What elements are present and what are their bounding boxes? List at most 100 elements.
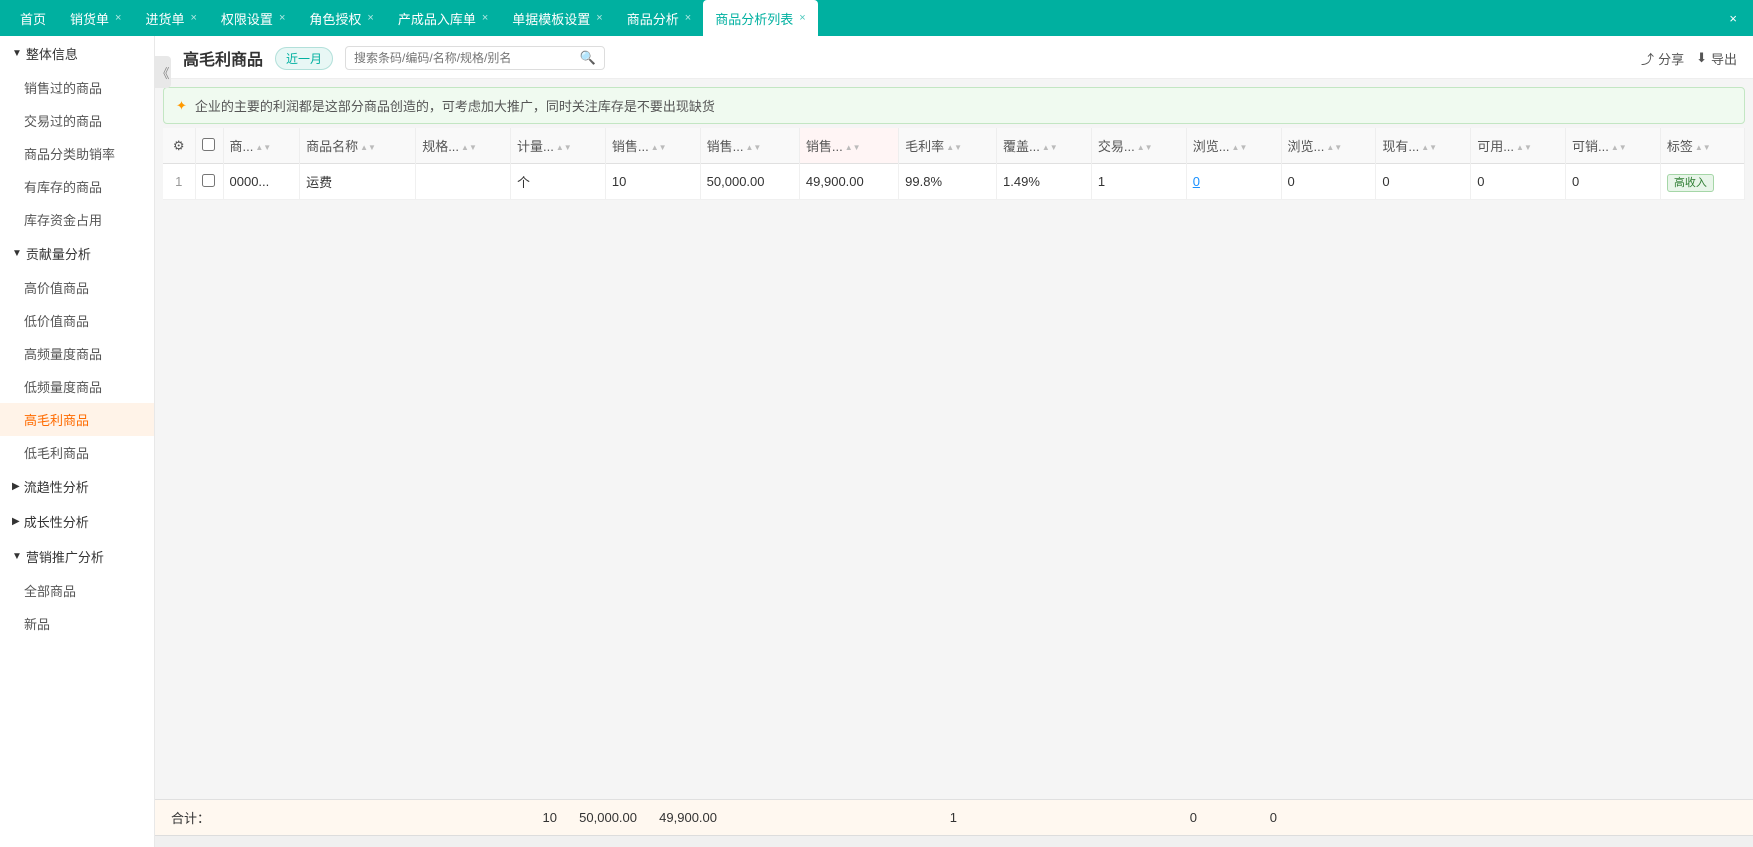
sidebar-group-growth[interactable]: ▶ 成长性分析 (0, 504, 154, 539)
nav-template[interactable]: 单据模板设置 × (500, 0, 614, 36)
info-text: 企业的主要的利润都是这部分商品创造的，可考虑加大推广，同时关注库存是不要出现缺货 (195, 96, 715, 115)
close-purchase-icon[interactable]: × (190, 12, 196, 24)
row-index: 1 (163, 164, 195, 200)
row-spec (416, 164, 511, 200)
row-coverage: 1.49% (997, 164, 1092, 200)
nav-sales[interactable]: 销货单 × (58, 0, 133, 36)
col-sales-amt[interactable]: 销售...▲▼ (700, 128, 799, 164)
sidebar-collapse-button[interactable]: 《 (155, 56, 171, 88)
sidebar-item-stocked-goods[interactable]: 有库存的商品 (0, 170, 154, 203)
nav-product-entry[interactable]: 产成品入库单 × (386, 0, 500, 36)
close-permission-icon[interactable]: × (279, 12, 285, 24)
footer-sales-amt: 50,000.00 (563, 810, 643, 825)
row-available1: 0 (1376, 164, 1471, 200)
row-browse1[interactable]: 0 (1186, 164, 1281, 200)
sidebar-item-stock-ratio[interactable]: 库存资金占用 (0, 203, 154, 236)
footer-sales-qty: 10 (483, 810, 563, 825)
sidebar-group-overall[interactable]: ▼ 整体信息 (0, 36, 154, 71)
info-bar: ✦ 企业的主要的利润都是这部分商品创造的，可考虑加大推广，同时关注库存是不要出现… (163, 87, 1745, 124)
content-header: 高毛利商品 近一月 🔍 ⤴ 分享 ⬇ 导出 (155, 36, 1753, 79)
col-available1[interactable]: 现有...▲▼ (1376, 128, 1471, 164)
sidebar-item-low-value[interactable]: 低价值商品 (0, 304, 154, 337)
footer-label: 合计： (163, 808, 223, 827)
sidebar-item-high-value[interactable]: 高价值商品 (0, 271, 154, 304)
row-available2: 0 (1471, 164, 1566, 200)
footer-sales-cost: 49,900.00 (643, 810, 723, 825)
col-sellable[interactable]: 可销...▲▼ (1566, 128, 1661, 164)
row-browse2: 0 (1281, 164, 1376, 200)
window-close[interactable]: × (1721, 11, 1745, 26)
export-button[interactable]: ⬇ 导出 (1696, 49, 1737, 68)
sidebar-group-marketing[interactable]: ▼ 营销推广分析 (0, 539, 154, 574)
sidebar: ▼ 整体信息 销售过的商品 交易过的商品 商品分类助销率 有库存的商品 库存资金… (0, 36, 155, 847)
col-spec[interactable]: 规格...▲▼ (416, 128, 511, 164)
col-code[interactable]: 商...▲▼ (223, 128, 300, 164)
select-all-checkbox[interactable] (202, 138, 215, 151)
row-unit: 个 (511, 164, 606, 200)
nav-analysis-list[interactable]: 商品分析列表 × (703, 0, 817, 36)
row-sales-cost: 49,900.00 (799, 164, 898, 200)
sidebar-group-trend[interactable]: ▶ 流趋性分析 (0, 469, 154, 504)
nav-home[interactable]: 首页 (8, 0, 58, 36)
search-input[interactable] (354, 51, 580, 65)
row-select-checkbox[interactable] (202, 174, 215, 187)
sidebar-group-wealth[interactable]: ▼ 贡献量分析 (0, 236, 154, 271)
arrow-overall-icon: ▼ (12, 48, 22, 59)
close-sales-icon[interactable]: × (115, 12, 121, 24)
table-row: 1 0000... 运费 个 10 50,000.00 49,900.00 99… (163, 164, 1745, 200)
share-button[interactable]: ⤴ 分享 (1641, 49, 1684, 68)
row-trade-times: 1 (1091, 164, 1186, 200)
arrow-marketing-icon: ▼ (12, 551, 22, 562)
filter-period-button[interactable]: 近一月 (275, 47, 333, 70)
horizontal-scrollbar[interactable] (155, 835, 1753, 847)
footer-available1: 0 (1123, 810, 1203, 825)
top-nav: 首页 销货单 × 进货单 × 权限设置 × 角色授权 × 产成品入库单 × 单据… (0, 0, 1753, 36)
row-sellable: 0 (1566, 164, 1661, 200)
sidebar-item-all-goods[interactable]: 全部商品 (0, 574, 154, 607)
col-browse2[interactable]: 浏览...▲▼ (1281, 128, 1376, 164)
nav-purchase[interactable]: 进货单 × (133, 0, 208, 36)
main-layout: ▼ 整体信息 销售过的商品 交易过的商品 商品分类助销率 有库存的商品 库存资金… (0, 36, 1753, 847)
arrow-trend-icon: ▶ (12, 481, 20, 492)
col-sales-cost[interactable]: 销售...▲▼ (799, 128, 898, 164)
sidebar-item-low-freq[interactable]: 低频量度商品 (0, 370, 154, 403)
col-available2[interactable]: 可用...▲▼ (1471, 128, 1566, 164)
sidebar-item-high-margin[interactable]: 高毛利商品 (0, 403, 154, 436)
col-name[interactable]: 商品名称▲▼ (300, 128, 416, 164)
close-role-icon[interactable]: × (367, 12, 373, 24)
data-table: ⚙ 商...▲▼ 商品名称▲▼ 规格...▲▼ 计量...▲▼ 销售...▲▼ … (163, 128, 1745, 200)
nav-permission[interactable]: 权限设置 × (209, 0, 297, 36)
sidebar-item-traded-goods[interactable]: 交易过的商品 (0, 104, 154, 137)
sidebar-item-goods-classify[interactable]: 商品分类助销率 (0, 137, 154, 170)
footer-cells: 10 50,000.00 49,900.00 1 0 0 (223, 810, 1745, 825)
row-name: 运费 (300, 164, 416, 200)
col-settings[interactable]: ⚙ (163, 128, 195, 164)
search-icon[interactable]: 🔍 (580, 50, 596, 66)
close-analysis-icon[interactable]: × (685, 12, 691, 24)
nav-role[interactable]: 角色授权 × (297, 0, 385, 36)
row-sales-amt: 50,000.00 (700, 164, 799, 200)
col-tag[interactable]: 标签▲▼ (1660, 128, 1744, 164)
col-trade-times[interactable]: 交易...▲▼ (1091, 128, 1186, 164)
col-coverage[interactable]: 覆盖...▲▼ (997, 128, 1092, 164)
footer-available2: 0 (1203, 810, 1283, 825)
close-template-icon[interactable]: × (596, 12, 602, 24)
close-product-entry-icon[interactable]: × (482, 12, 488, 24)
sidebar-item-new-goods[interactable]: 新品 (0, 607, 154, 640)
col-margin-rate[interactable]: 毛利率▲▼ (899, 128, 997, 164)
content-area: 《 高毛利商品 近一月 🔍 ⤴ 分享 ⬇ 导出 ✦ (155, 36, 1753, 847)
col-unit[interactable]: 计量...▲▼ (511, 128, 606, 164)
collapse-icon: 《 (156, 63, 169, 82)
col-browse1[interactable]: 浏览...▲▼ (1186, 128, 1281, 164)
sidebar-item-low-margin[interactable]: 低毛利商品 (0, 436, 154, 469)
arrow-wealth-icon: ▼ (12, 248, 22, 259)
close-analysis-list-icon[interactable]: × (799, 12, 805, 24)
row-tag: 高收入 (1660, 164, 1744, 200)
row-checkbox[interactable] (195, 164, 223, 200)
nav-analysis[interactable]: 商品分析 × (615, 0, 703, 36)
col-sales-qty[interactable]: 销售...▲▼ (605, 128, 700, 164)
col-checkbox[interactable] (195, 128, 223, 164)
sidebar-item-high-freq[interactable]: 高频量度商品 (0, 337, 154, 370)
arrow-growth-icon: ▶ (12, 516, 20, 527)
sidebar-item-sales-goods[interactable]: 销售过的商品 (0, 71, 154, 104)
